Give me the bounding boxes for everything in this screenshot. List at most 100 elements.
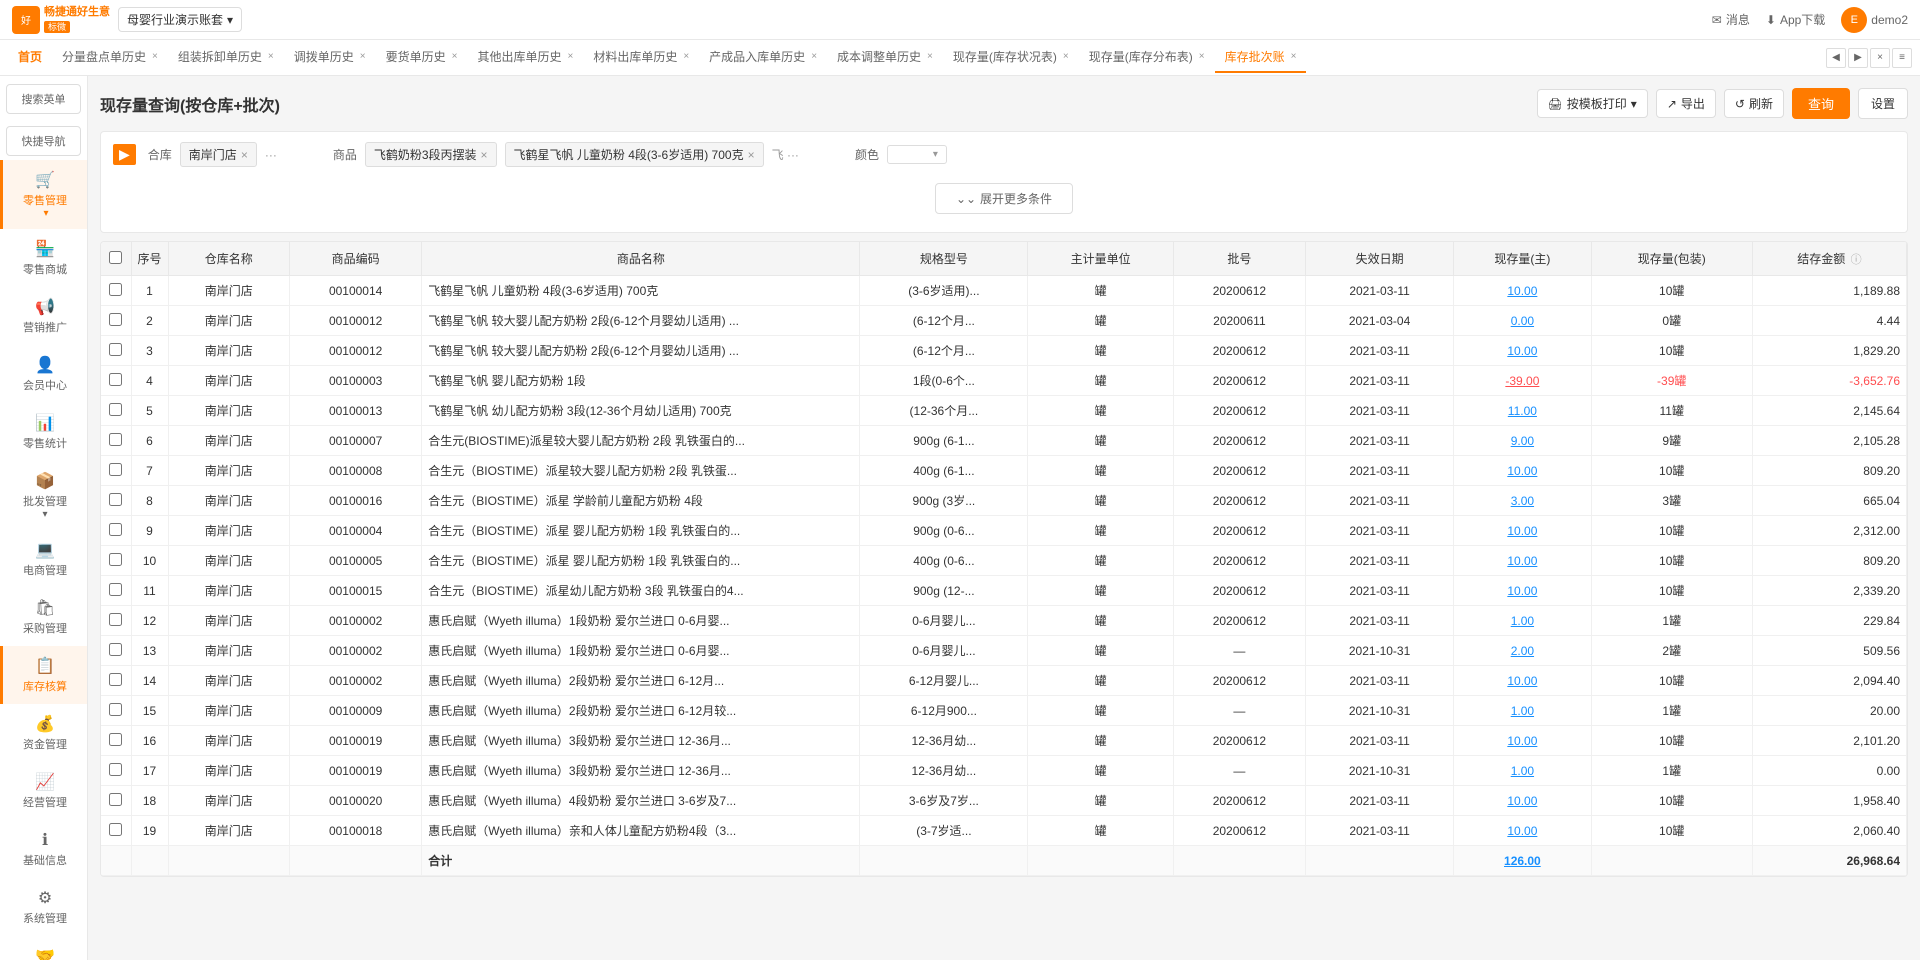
row-checkbox[interactable]: [101, 696, 131, 726]
row-select-checkbox[interactable]: [109, 553, 122, 566]
row-checkbox[interactable]: [101, 276, 131, 306]
row-stock-main[interactable]: 3.00: [1454, 486, 1591, 516]
sidebar-item-marketing[interactable]: 📢 营销推广: [0, 287, 87, 345]
query-button[interactable]: 查询: [1792, 88, 1850, 119]
remove-product-tag-1[interactable]: ×: [481, 148, 488, 162]
row-checkbox[interactable]: [101, 396, 131, 426]
tab-home[interactable]: 首页: [8, 42, 52, 73]
row-checkbox[interactable]: [101, 336, 131, 366]
tab-menu-arrow[interactable]: ≡: [1892, 48, 1912, 68]
quick-nav-button[interactable]: 快捷导航: [6, 126, 81, 156]
row-select-checkbox[interactable]: [109, 673, 122, 686]
info-icon[interactable]: ⓘ: [1851, 254, 1862, 266]
row-select-checkbox[interactable]: [109, 493, 122, 506]
row-stock-main[interactable]: 2.00: [1454, 636, 1591, 666]
tab-prev-arrow[interactable]: ◀: [1826, 48, 1846, 68]
more-tags-icon[interactable]: ···: [265, 148, 277, 162]
user-profile[interactable]: E demo2: [1841, 7, 1908, 33]
row-select-checkbox[interactable]: [109, 763, 122, 776]
tab-zuzhuang[interactable]: 组装拆卸单历史 ×: [168, 42, 284, 73]
row-stock-main[interactable]: 10.00: [1454, 546, 1591, 576]
row-checkbox[interactable]: [101, 546, 131, 576]
color-filter-dropdown[interactable]: ▾: [887, 145, 947, 164]
row-select-checkbox[interactable]: [109, 703, 122, 716]
tab-next-arrow[interactable]: ▶: [1848, 48, 1868, 68]
row-select-checkbox[interactable]: [109, 403, 122, 416]
row-checkbox[interactable]: [101, 456, 131, 486]
remove-product-tag-2[interactable]: ×: [748, 148, 755, 162]
row-checkbox[interactable]: [101, 486, 131, 516]
remove-warehouse-tag[interactable]: ×: [241, 148, 248, 162]
row-checkbox[interactable]: [101, 516, 131, 546]
close-icon[interactable]: ×: [1199, 51, 1205, 62]
tab-chengpin[interactable]: 产成品入库单历史 ×: [699, 42, 827, 73]
row-checkbox[interactable]: [101, 726, 131, 756]
tab-qita[interactable]: 其他出库单历史 ×: [467, 42, 583, 73]
row-checkbox[interactable]: [101, 636, 131, 666]
sidebar-item-inventory[interactable]: 📋 库存核算: [0, 646, 87, 704]
settings-button[interactable]: 设置: [1858, 88, 1908, 119]
tab-diaob[interactable]: 调拨单历史 ×: [284, 42, 376, 73]
sidebar-item-basics[interactable]: ℹ 基础信息: [0, 820, 87, 878]
sidebar-item-system[interactable]: ⚙ 系统管理: [0, 878, 87, 936]
row-select-checkbox[interactable]: [109, 733, 122, 746]
sidebar-item-ecommerce[interactable]: 💻 电商管理: [0, 530, 87, 588]
tab-kucun2[interactable]: 现存量(库存分布表) ×: [1079, 42, 1215, 73]
sidebar-item-members[interactable]: 👤 会员中心: [0, 345, 87, 403]
row-stock-main[interactable]: -39.00: [1454, 366, 1591, 396]
row-select-checkbox[interactable]: [109, 613, 122, 626]
row-checkbox[interactable]: [101, 606, 131, 636]
refresh-button[interactable]: ↺ 刷新: [1724, 89, 1784, 118]
close-icon[interactable]: ×: [683, 51, 689, 62]
app-download-button[interactable]: ⬇ App下载: [1766, 11, 1825, 28]
row-checkbox[interactable]: [101, 756, 131, 786]
close-icon[interactable]: ×: [152, 51, 158, 62]
row-stock-main[interactable]: 10.00: [1454, 516, 1591, 546]
close-icon[interactable]: ×: [567, 51, 573, 62]
tab-chengben[interactable]: 成本调整单历史 ×: [827, 42, 943, 73]
tab-cailiao[interactable]: 材料出库单历史 ×: [583, 42, 699, 73]
sidebar-item-retail-stats[interactable]: 📊 零售统计: [0, 403, 87, 461]
close-icon[interactable]: ×: [811, 51, 817, 62]
row-select-checkbox[interactable]: [109, 313, 122, 326]
search-menu-button[interactable]: 搜索英单: [6, 84, 81, 114]
filter-toggle-button[interactable]: ▶: [113, 144, 136, 165]
row-stock-main[interactable]: 9.00: [1454, 426, 1591, 456]
row-checkbox[interactable]: [101, 306, 131, 336]
row-checkbox[interactable]: [101, 666, 131, 696]
summary-stock-main[interactable]: 126.00: [1454, 846, 1591, 876]
close-icon[interactable]: ×: [268, 51, 274, 62]
row-stock-main[interactable]: 0.00: [1454, 306, 1591, 336]
row-stock-main[interactable]: 10.00: [1454, 456, 1591, 486]
row-stock-main[interactable]: 10.00: [1454, 576, 1591, 606]
row-stock-main[interactable]: 10.00: [1454, 816, 1591, 846]
sidebar-item-finance[interactable]: 💰 资金管理: [0, 704, 87, 762]
row-select-checkbox[interactable]: [109, 823, 122, 836]
template-print-button[interactable]: 🖨 按模板打印 ▾: [1537, 89, 1648, 118]
close-icon[interactable]: ×: [452, 51, 458, 62]
messages-button[interactable]: ✉ 消息: [1712, 11, 1750, 28]
sidebar-item-purchase[interactable]: 🛍 采购管理: [0, 588, 87, 646]
close-icon[interactable]: ×: [360, 51, 366, 62]
row-stock-main[interactable]: 10.00: [1454, 276, 1591, 306]
sidebar-item-collab[interactable]: 🤝 企业协同: [0, 936, 87, 960]
sidebar-item-wholesale[interactable]: 📦 批发管理 ▾: [0, 461, 87, 530]
row-checkbox[interactable]: [101, 786, 131, 816]
row-select-checkbox[interactable]: [109, 463, 122, 476]
row-stock-main[interactable]: 10.00: [1454, 336, 1591, 366]
row-checkbox[interactable]: [101, 816, 131, 846]
tab-fenpan[interactable]: 分量盘点单历史 ×: [52, 42, 168, 73]
row-stock-main[interactable]: 1.00: [1454, 606, 1591, 636]
export-button[interactable]: ↗ 导出: [1656, 89, 1716, 118]
row-checkbox[interactable]: [101, 576, 131, 606]
tab-kucun1[interactable]: 现存量(库存状况表) ×: [943, 42, 1079, 73]
row-select-checkbox[interactable]: [109, 343, 122, 356]
tab-close-arrow[interactable]: ×: [1870, 48, 1890, 68]
row-select-checkbox[interactable]: [109, 523, 122, 536]
tab-kucun3[interactable]: 库存批次账 ×: [1215, 42, 1307, 73]
close-icon[interactable]: ×: [1291, 51, 1297, 62]
tab-yaohuo[interactable]: 要货单历史 ×: [376, 42, 468, 73]
row-select-checkbox[interactable]: [109, 793, 122, 806]
row-stock-main[interactable]: 11.00: [1454, 396, 1591, 426]
row-stock-main[interactable]: 10.00: [1454, 666, 1591, 696]
